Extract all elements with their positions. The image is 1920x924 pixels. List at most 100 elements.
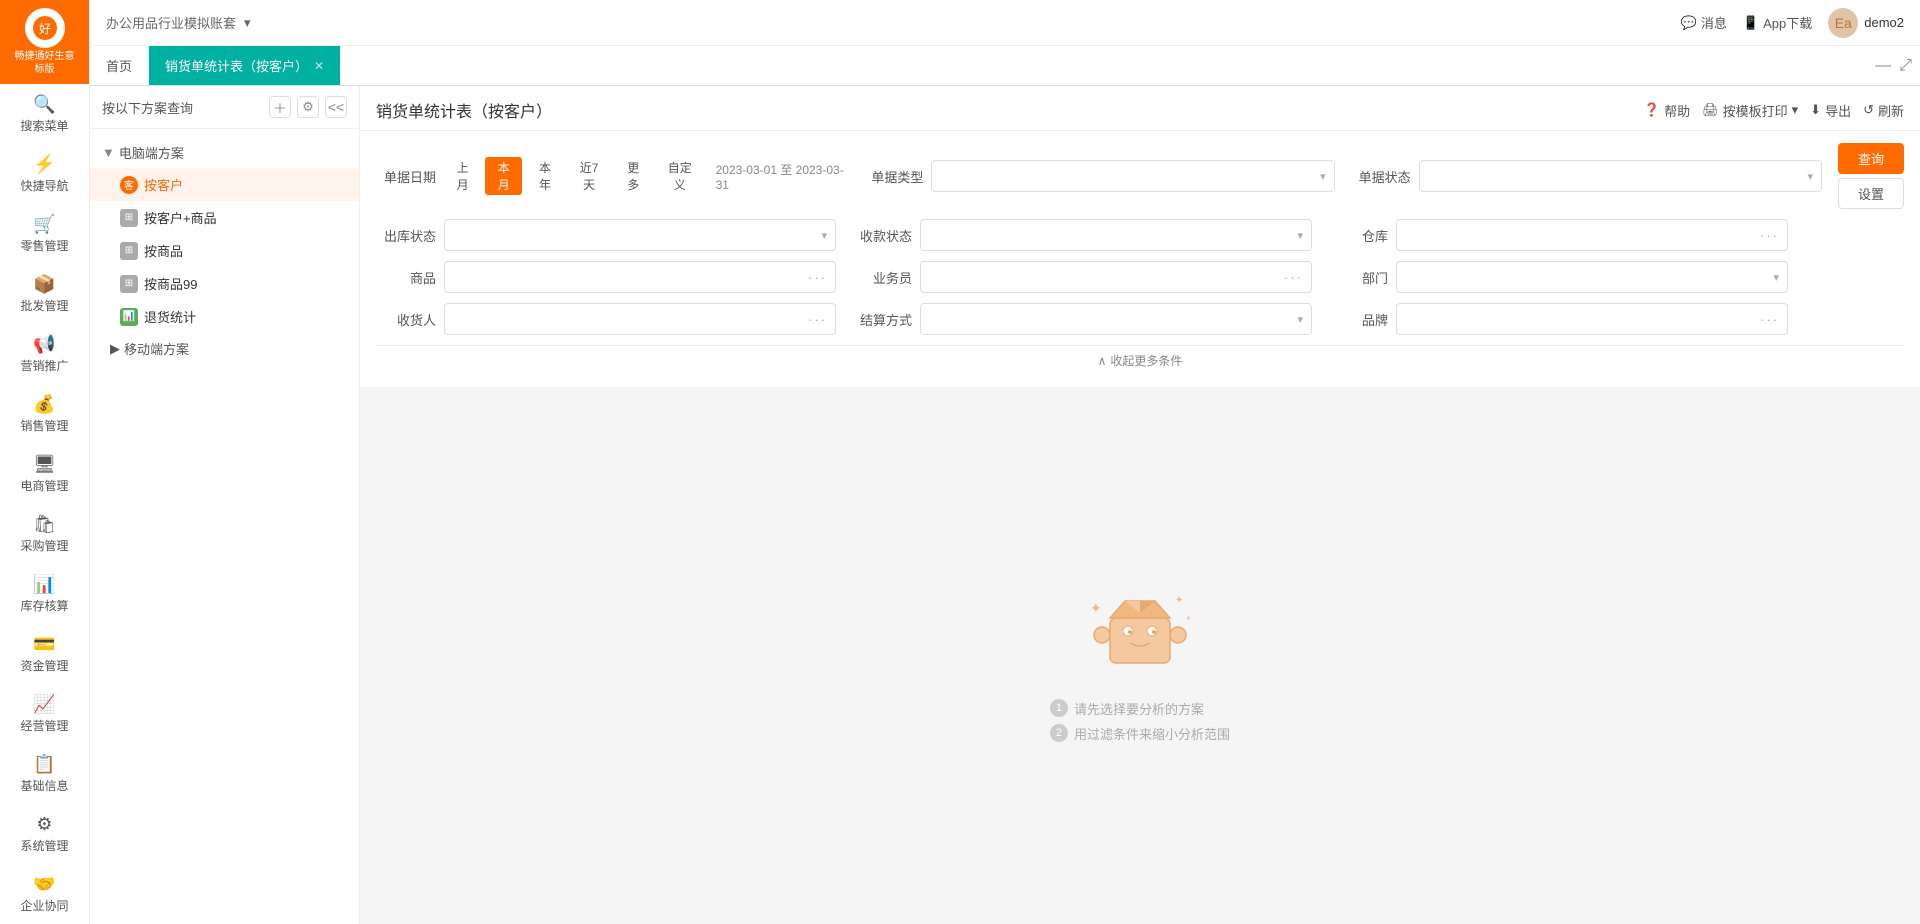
status-select-caret: ▾ <box>1807 170 1813 183</box>
industry-name: 办公用品行业模拟账套 <box>106 13 236 32</box>
department-label: 部门 <box>1328 268 1388 287</box>
industry-selector[interactable]: 办公用品行业模拟账套 ▾ <box>106 13 251 32</box>
brand-label: 品牌 <box>1328 310 1388 329</box>
top-actions: ❓ 帮助 🖨 按模板打印 ▾ ⬇ 导出 ↺ 刷新 <box>1644 101 1904 120</box>
receive-status-select[interactable]: ▾ <box>920 219 1312 251</box>
brand-select[interactable]: ··· <box>1396 303 1788 335</box>
scheme-group-mobile-header[interactable]: ▶ 移动端方案 <box>90 333 359 364</box>
brand-dots: ··· <box>1760 312 1779 327</box>
receiver-dots: ··· <box>808 312 827 327</box>
finance-icon: 💳 <box>33 634 55 655</box>
username[interactable]: demo2 <box>1864 15 1904 30</box>
sidebar-item-wholesale[interactable]: 📦 批发管理 <box>0 264 89 324</box>
settings-scheme-button[interactable]: ⚙ <box>297 96 319 118</box>
logo-area[interactable]: 好 畅捷通好生意 标版 <box>0 0 89 84</box>
return-stat-icon: 📊 <box>120 308 138 326</box>
logo-icon: 好 <box>25 8 65 48</box>
tab-maximize-icon[interactable]: ⤢ <box>1899 57 1912 75</box>
sidebar-item-ecommerce[interactable]: 🖥 电商管理 <box>0 444 89 504</box>
type-select[interactable]: ▾ <box>931 160 1334 192</box>
settlement-label: 结算方式 <box>852 310 912 329</box>
sidebar-item-marketing[interactable]: 📢 营销推广 <box>0 324 89 384</box>
date-btn-custom[interactable]: 自定义 <box>656 157 704 195</box>
type-label: 单据类型 <box>863 167 923 186</box>
tab-minimize-icon[interactable]: — <box>1875 57 1891 75</box>
tabs-right-actions: — ⤢ <box>1875 57 1920 75</box>
sidebar-item-inventory[interactable]: 📊 库存核算 <box>0 564 89 624</box>
filter-goods-group: 商品 ··· <box>376 261 836 293</box>
filter-row-3: 商品 ··· 业务员 ··· 部门 <box>376 261 1904 293</box>
goods-select[interactable]: ··· <box>444 261 836 293</box>
filter-receive-status-group: 收款状态 ▾ <box>852 219 1312 251</box>
tab-close-icon[interactable]: ✕ <box>314 59 324 73</box>
collapse-panel-button[interactable]: << <box>325 96 347 118</box>
empty-illustration: ✦ ✦ ✦ <box>1080 563 1200 683</box>
goods-label: 商品 <box>376 268 436 287</box>
date-btn-last7[interactable]: 近7天 <box>568 157 611 195</box>
sidebar-item-retail[interactable]: 🛒 零售管理 <box>0 204 89 264</box>
filter-settlement-group: 结算方式 ▾ <box>852 303 1312 335</box>
filter-department-group: 部门 ▾ <box>1328 261 1788 293</box>
sidebar-item-search[interactable]: 🔍 搜索菜单 <box>0 84 89 144</box>
app-download-button[interactable]: 📱 App下载 <box>1743 13 1812 32</box>
industry-dropdown-icon: ▾ <box>244 15 251 31</box>
out-status-select[interactable]: ▾ <box>444 219 836 251</box>
department-select[interactable]: ▾ <box>1396 261 1788 293</box>
sidebar-item-operations[interactable]: 📈 经营管理 <box>0 684 89 744</box>
date-btn-more[interactable]: 更多 <box>615 157 652 195</box>
wholesale-icon: 📦 <box>33 274 55 295</box>
sidebar-item-system[interactable]: ⚙ 系统管理 <box>0 804 89 864</box>
sidebar-item-finance[interactable]: 💳 资金管理 <box>0 624 89 684</box>
logo-text: 畅捷通好生意 标版 <box>15 50 75 76</box>
avatar[interactable]: Ea <box>1828 8 1858 38</box>
scheme-item-return-stat[interactable]: 📊 退货统计 <box>90 300 359 333</box>
tab-home[interactable]: 首页 <box>90 46 149 85</box>
scheme-item-by-customer[interactable]: 客 按客户 <box>90 168 359 201</box>
date-btn-last-month[interactable]: 上月 <box>444 157 481 195</box>
sidebar-item-enterprise[interactable]: 🤝 企业协同 <box>0 864 89 924</box>
user-area[interactable]: Ea demo2 <box>1828 8 1904 38</box>
date-btn-this-year[interactable]: 本年 <box>526 157 563 195</box>
collapse-filter-button[interactable]: ∧ 收起更多条件 <box>376 345 1904 375</box>
scheme-item-by-customer-goods[interactable]: ⊞ 按客户+商品 <box>90 201 359 234</box>
status-select[interactable]: ▾ <box>1419 160 1822 192</box>
operations-icon: 📈 <box>33 694 55 715</box>
out-status-caret: ▾ <box>821 229 827 242</box>
system-icon: ⚙ <box>36 814 52 835</box>
sidebar-item-purchase[interactable]: 🛍 采购管理 <box>0 504 89 564</box>
goods-dots: ··· <box>808 270 827 285</box>
settlement-select[interactable]: ▾ <box>920 303 1312 335</box>
return-stat-label: 退货统计 <box>144 307 196 326</box>
sidebar-item-basic[interactable]: 📋 基础信息 <box>0 744 89 804</box>
query-button[interactable]: 查询 <box>1838 143 1904 174</box>
purchase-icon: 🛍 <box>33 514 56 535</box>
sidebar-item-quick-nav[interactable]: ⚡ 快捷导航 <box>0 144 89 204</box>
message-button[interactable]: 💬 消息 <box>1681 13 1727 32</box>
scheme-group-desktop-header[interactable]: ▼ 电脑端方案 <box>90 137 359 168</box>
refresh-button[interactable]: ↺ 刷新 <box>1863 101 1904 120</box>
home-tab-label: 首页 <box>106 56 132 75</box>
setting-button[interactable]: 设置 <box>1838 178 1904 209</box>
svg-text:✦: ✦ <box>1175 595 1183 606</box>
add-scheme-button[interactable]: ＋ <box>269 96 291 118</box>
help-button[interactable]: ❓ 帮助 <box>1644 101 1690 120</box>
date-btn-this-month[interactable]: 本月 <box>485 157 522 195</box>
sidebar-item-sales[interactable]: 💰 销售管理 <box>0 384 89 444</box>
filter-out-status-group: 出库状态 ▾ <box>376 219 836 251</box>
scheme-item-by-goods99[interactable]: ⊞ 按商品99 <box>90 267 359 300</box>
receiver-select[interactable]: ··· <box>444 303 836 335</box>
quick-nav-icon: ⚡ <box>33 154 55 175</box>
desktop-group-arrow: ▼ <box>102 145 115 160</box>
marketing-icon: 📢 <box>33 334 55 355</box>
department-caret: ▾ <box>1773 271 1779 284</box>
scheme-item-by-goods[interactable]: ⊞ 按商品 <box>90 234 359 267</box>
right-panel: 销货单统计表（按客户） ❓ 帮助 🖨 按模板打印 ▾ ⬇ 导出 <box>360 86 1920 924</box>
sidebar: 好 畅捷通好生意 标版 🔍 搜索菜单 ⚡ 快捷导航 🛒 零售管理 📦 批发管理 … <box>0 0 90 924</box>
main-area: 办公用品行业模拟账套 ▾ 💬 消息 📱 App下载 Ea demo2 首页 <box>90 0 1920 924</box>
print-button[interactable]: 🖨 按模板打印 ▾ <box>1702 101 1798 120</box>
salesperson-select[interactable]: ··· <box>920 261 1312 293</box>
export-button[interactable]: ⬇ 导出 <box>1810 101 1851 120</box>
ecommerce-icon: 🖥 <box>33 454 56 475</box>
tab-sales-stat[interactable]: 销货单统计表（按客户） ✕ <box>149 46 341 85</box>
warehouse-select[interactable]: ··· <box>1396 219 1788 251</box>
